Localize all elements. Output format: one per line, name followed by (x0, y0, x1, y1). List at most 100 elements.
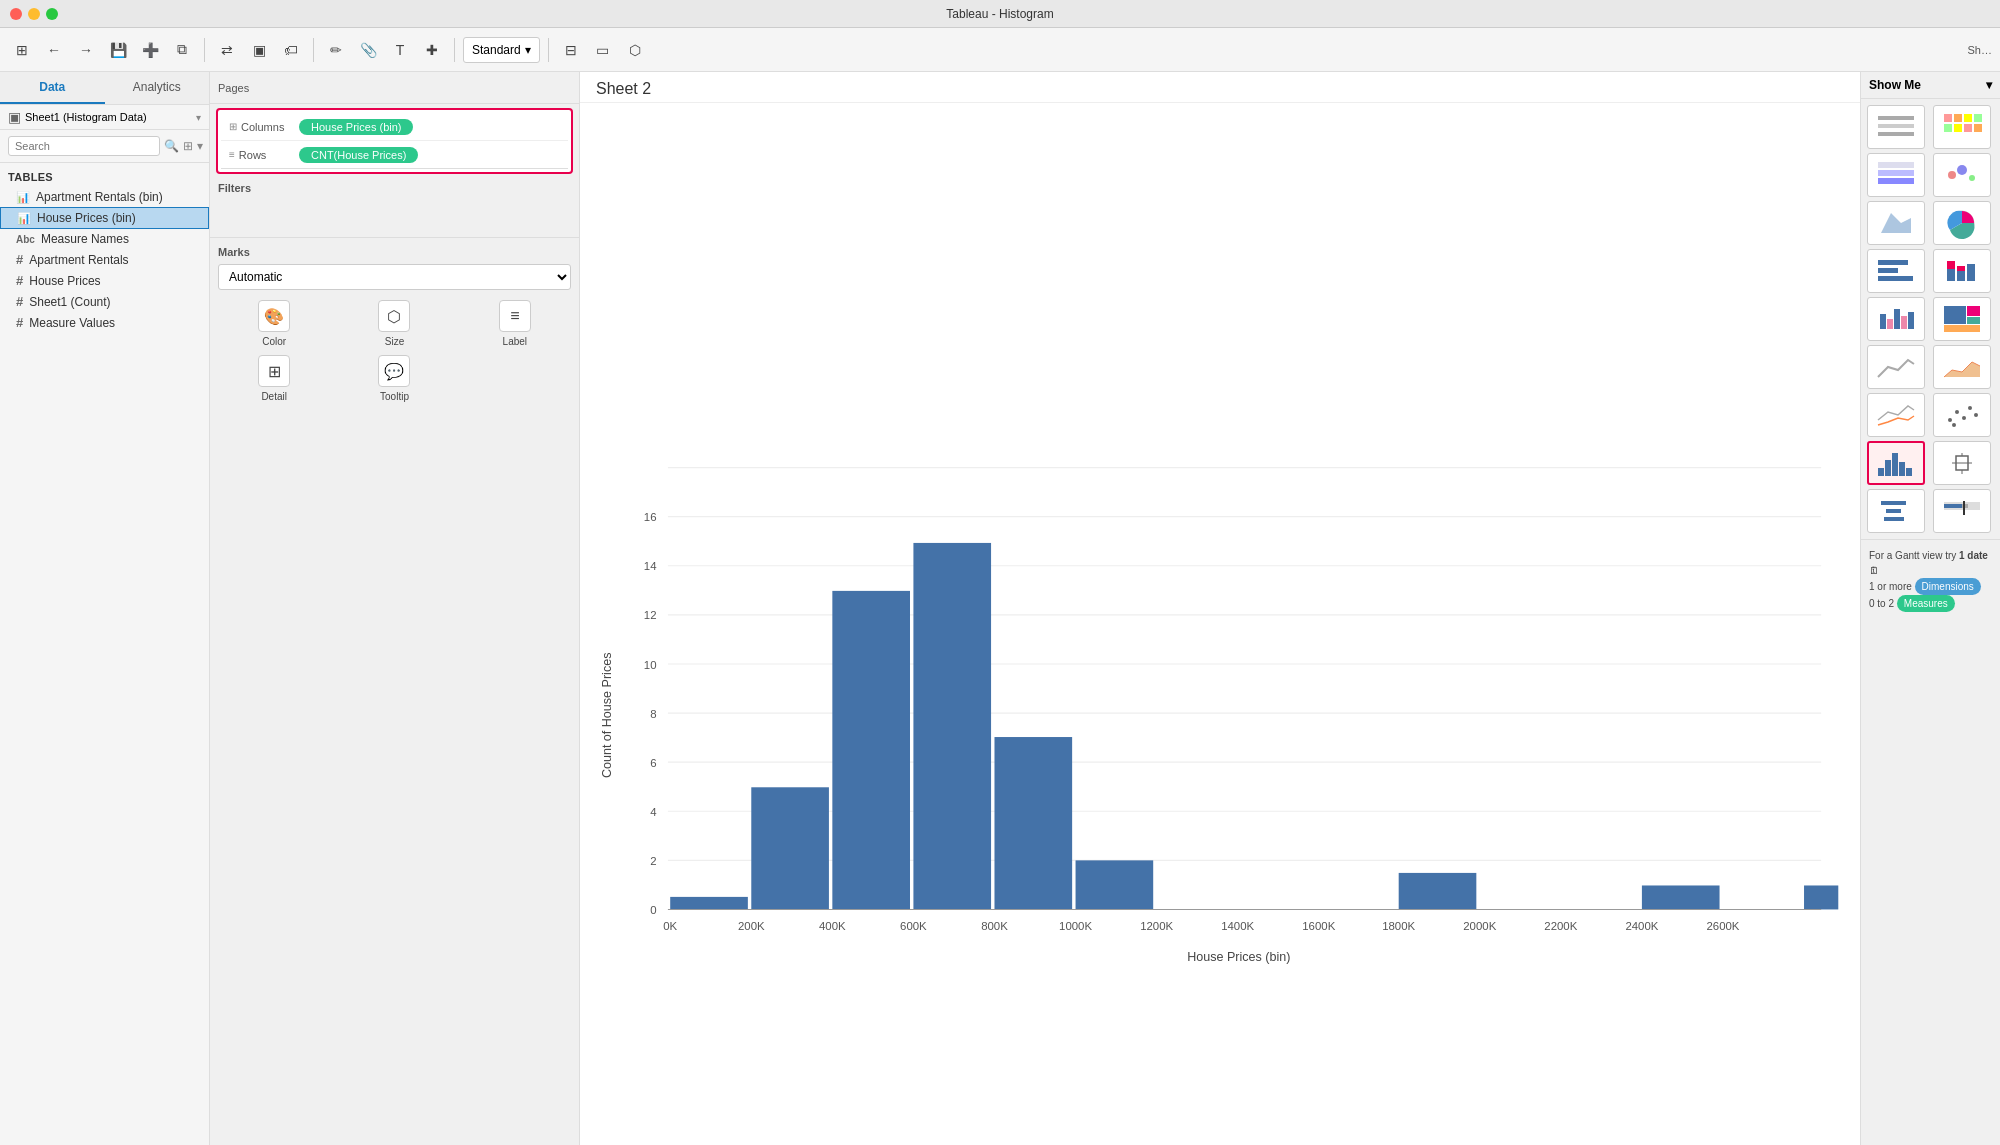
svg-rect-43 (1964, 124, 1972, 132)
swap-button[interactable]: ⇄ (213, 36, 241, 64)
bar-1800k[interactable] (1399, 873, 1477, 910)
bar-200k[interactable] (751, 787, 829, 909)
undo-button[interactable]: ← (40, 36, 68, 64)
marks-detail[interactable]: ⊞ Detail (218, 355, 330, 402)
marks-label[interactable]: ≡ Label (459, 300, 571, 347)
showme-scatter[interactable] (1933, 393, 1991, 437)
duplicate-button[interactable]: ⧉ (168, 36, 196, 64)
svg-rect-77 (1892, 453, 1898, 476)
annotate-button[interactable]: 📎 (354, 36, 382, 64)
marks-color[interactable]: 🎨 Color (218, 300, 330, 347)
rows-label: ≡ Rows (229, 149, 299, 161)
grid-icon[interactable]: ⊞ (183, 139, 193, 153)
save-button[interactable]: 💾 (104, 36, 132, 64)
table-apartment-rentals-bin[interactable]: 📊 Apartment Rentals (bin) (0, 187, 209, 207)
showme-line-chart[interactable] (1867, 345, 1925, 389)
svg-text:1200K: 1200K (1140, 920, 1173, 932)
svg-rect-42 (1954, 124, 1962, 132)
svg-rect-45 (1878, 162, 1914, 168)
field-sheet1-count[interactable]: # Sheet1 (Count) (0, 291, 209, 312)
showme-pie-chart[interactable] (1933, 201, 1991, 245)
add-button[interactable]: ➕ (136, 36, 164, 64)
showme-area-chart[interactable] (1933, 345, 1991, 389)
search-input[interactable] (8, 136, 160, 156)
svg-text:1800K: 1800K (1382, 920, 1415, 932)
svg-text:800K: 800K (981, 920, 1008, 932)
field-measure-values[interactable]: # Measure Values (0, 312, 209, 333)
showme-symbol-map[interactable] (1933, 153, 1991, 197)
window-controls[interactable] (10, 8, 58, 20)
marks-label: Marks (218, 246, 571, 258)
y-axis-title: Count of House Prices (600, 653, 614, 779)
filters-label: Filters (218, 182, 571, 194)
bar-600k[interactable] (913, 543, 991, 910)
group-button[interactable]: ▣ (245, 36, 273, 64)
datasource-options[interactable]: ▾ (196, 112, 201, 123)
paint-button[interactable]: ✏ (322, 36, 350, 64)
svg-point-70 (1955, 410, 1959, 414)
bar-2600k[interactable] (1804, 885, 1838, 909)
svg-rect-40 (1974, 114, 1982, 122)
svg-rect-85 (1881, 501, 1906, 505)
bar-0k[interactable] (670, 897, 748, 910)
showme-text-table[interactable] (1867, 105, 1925, 149)
minimize-button[interactable] (28, 8, 40, 20)
field-house-prices[interactable]: # House Prices (0, 270, 209, 291)
tab-analytics[interactable]: Analytics (105, 72, 210, 104)
label-button[interactable]: 🏷 (277, 36, 305, 64)
search-bar: 🔍 ⊞ ▾ (0, 130, 209, 163)
filter-icon[interactable]: ▾ (197, 139, 203, 153)
field-apartment-rentals[interactable]: # Apartment Rentals (0, 249, 209, 270)
showme-dual-line[interactable] (1867, 393, 1925, 437)
svg-point-72 (1968, 406, 1972, 410)
middle-panel: Pages ⊞ Columns House Prices (bin) ≡ Row… (210, 72, 580, 1145)
svg-rect-65 (1944, 306, 1966, 324)
view-dropdown[interactable]: Standard ▾ (463, 37, 540, 63)
showme-stacked-bars[interactable] (1933, 249, 1991, 293)
showme-horizontal-bars[interactable] (1867, 249, 1925, 293)
showme-gantt[interactable] (1867, 489, 1925, 533)
hash-icon-1: # (16, 252, 23, 267)
table-house-prices-bin[interactable]: 📊 House Prices (bin) (0, 207, 209, 229)
app-body: Data Analytics ▣ Sheet1 (Histogram Data)… (0, 72, 2000, 1145)
abc-icon: Abc (16, 234, 35, 245)
showme-heat-map[interactable] (1933, 105, 1991, 149)
rows-pill[interactable]: CNT(House Prices) (299, 147, 418, 163)
bar-400k[interactable] (832, 591, 910, 910)
text-button[interactable]: T (386, 36, 414, 64)
redo-button[interactable]: → (72, 36, 100, 64)
showme-side-by-side[interactable] (1867, 297, 1925, 341)
showme-box-plot[interactable] (1933, 441, 1991, 485)
separator-3 (454, 38, 455, 62)
bar-800k[interactable] (994, 737, 1072, 909)
maximize-button[interactable] (46, 8, 58, 20)
close-button[interactable] (10, 8, 22, 20)
presentation-button[interactable]: ▭ (589, 36, 617, 64)
data-source-row: ▣ Sheet1 (Histogram Data) ▾ (0, 105, 209, 130)
showme-bullet[interactable] (1933, 489, 1991, 533)
titlebar: Tableau - Histogram (0, 0, 2000, 28)
hash-icon-4: # (16, 315, 23, 330)
tab-data[interactable]: Data (0, 72, 105, 104)
showme-highlight-table[interactable] (1867, 153, 1925, 197)
marks-type-dropdown[interactable]: Automatic (218, 264, 571, 290)
svg-point-71 (1962, 416, 1966, 420)
bar-1000k[interactable] (1076, 860, 1154, 909)
bar-2400k[interactable] (1642, 885, 1720, 909)
crosshair-button[interactable]: ✚ (418, 36, 446, 64)
home-button[interactable]: ⊞ (8, 36, 36, 64)
svg-rect-64 (1908, 312, 1914, 329)
marks-tooltip[interactable]: 💬 Tooltip (338, 355, 450, 402)
svg-text:2200K: 2200K (1544, 920, 1577, 932)
svg-rect-60 (1880, 314, 1886, 329)
panel-tabs: Data Analytics (0, 72, 209, 105)
showme-histogram[interactable] (1867, 441, 1925, 485)
field-measure-names[interactable]: Abc Measure Names (0, 229, 209, 249)
showme-filled-map[interactable] (1867, 201, 1925, 245)
marks-size[interactable]: ⬡ Size (338, 300, 450, 347)
columns-pill[interactable]: House Prices (bin) (299, 119, 413, 135)
fix-axes-button[interactable]: ⊟ (557, 36, 585, 64)
showme-treemap[interactable] (1933, 297, 1991, 341)
svg-text:0K: 0K (663, 920, 677, 932)
share-button[interactable]: ⬡ (621, 36, 649, 64)
